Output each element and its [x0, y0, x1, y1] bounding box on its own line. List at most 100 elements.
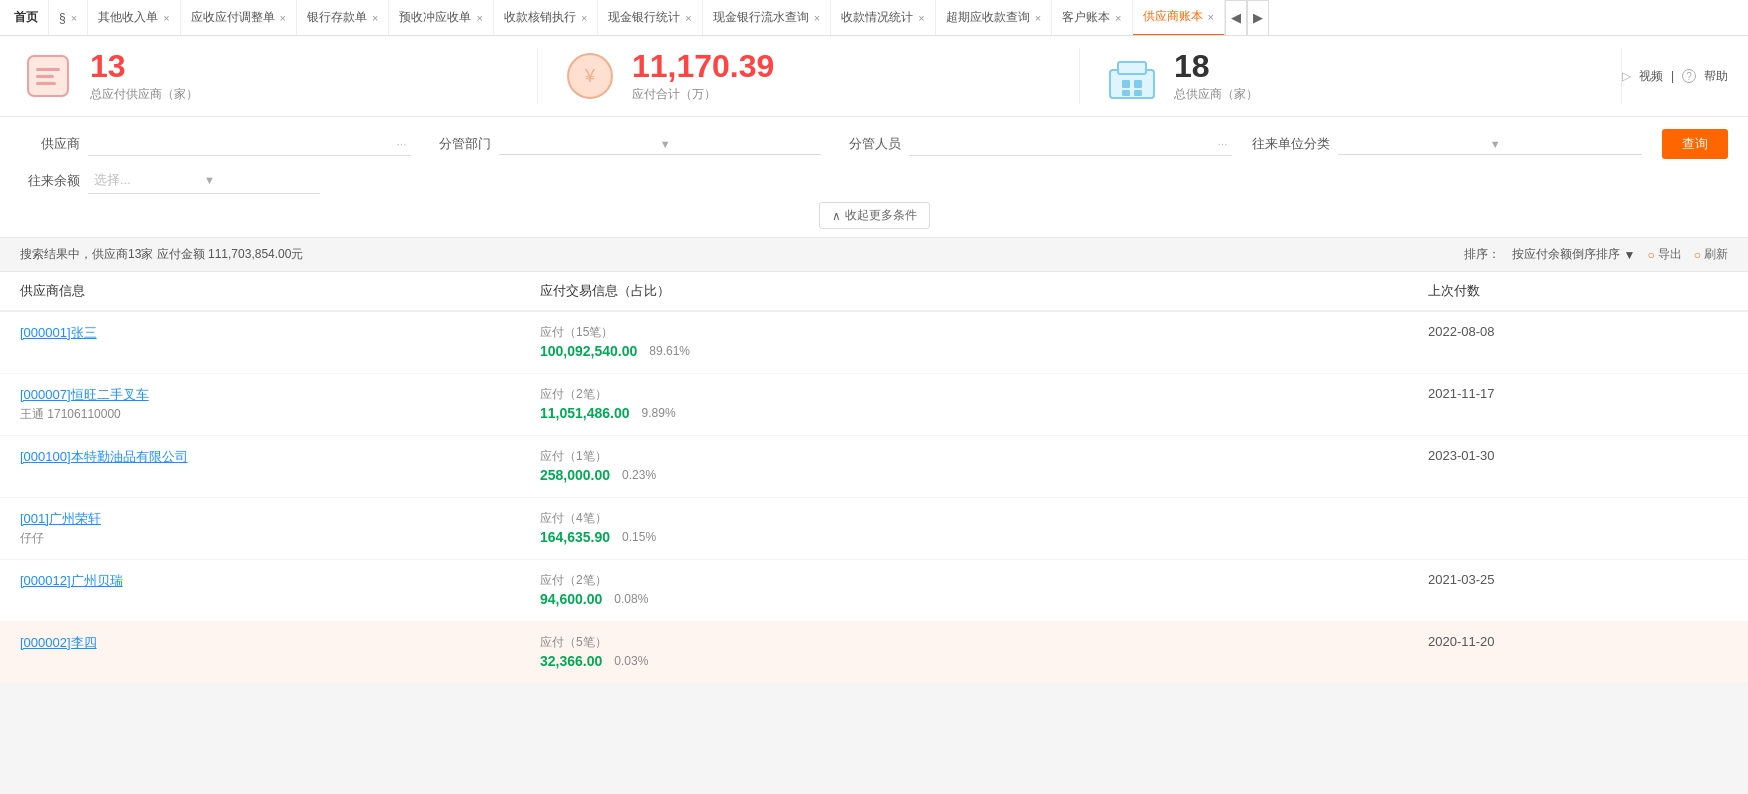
nav-tab-2[interactable]: 其他收入单 ×: [88, 0, 180, 36]
nav-tab-11[interactable]: 客户账本 ×: [1052, 0, 1132, 36]
tx-percent-1: 89.61%: [649, 344, 690, 358]
main-table: 供应商信息 应付交易信息（占比） 上次付数 [000001]张三 应付（15笔）…: [0, 272, 1748, 684]
nav-tab-4-label: 银行存款单: [307, 9, 367, 26]
nav-tab-2-label: 其他收入单: [98, 9, 158, 26]
nav-tab-8-label: 现金银行流水查询: [713, 9, 809, 26]
last-pay-2: 2021-11-17: [1428, 386, 1728, 401]
nav-tab-8-close[interactable]: ×: [814, 12, 820, 24]
filter-item-category: 往来单位分类 ▼: [1252, 134, 1643, 155]
nav-right-arrow[interactable]: ▶: [1247, 0, 1269, 36]
tx-row-4: 164,635.90 0.15%: [540, 527, 1428, 547]
nav-tab-11-close[interactable]: ×: [1115, 12, 1121, 24]
nav-tab-7[interactable]: 现金银行统计 ×: [598, 0, 702, 36]
nav-tab-2-close[interactable]: ×: [163, 12, 169, 24]
search-button[interactable]: 查询: [1662, 129, 1728, 159]
nav-tab-9[interactable]: 收款情况统计 ×: [831, 0, 935, 36]
nav-tab-9-close[interactable]: ×: [918, 12, 924, 24]
collapse-button[interactable]: ∧ 收起更多条件: [819, 202, 930, 229]
filter-item-supplier: 供应商 ···: [20, 132, 411, 156]
nav-tab-10-close[interactable]: ×: [1035, 12, 1041, 24]
supplier-sub-2: 王通 17106110000: [20, 406, 540, 423]
nav-tab-4[interactable]: 银行存款单 ×: [297, 0, 389, 36]
tx-amount-6: 32,366.00: [540, 653, 602, 669]
dept-select[interactable]: ▼: [499, 134, 822, 155]
top-navigation: 首页 § × 其他收入单 × 应收应付调整单 × 银行存款单 × 预收冲应收单 …: [0, 0, 1748, 36]
category-select[interactable]: ▼: [1338, 134, 1643, 155]
nav-tab-5-label: 预收冲应收单: [399, 9, 471, 26]
supplier-link-2[interactable]: [000007]恒旺二手叉车: [20, 387, 149, 402]
table-row: [000012]广州贝瑞 应付（2笔） 94,600.00 0.08% 2021…: [0, 560, 1748, 622]
supplier-link-1[interactable]: [000001]张三: [20, 325, 97, 340]
svg-rect-7: [1118, 62, 1146, 74]
svg-rect-3: [36, 82, 56, 85]
refresh-button[interactable]: ○ 刷新: [1694, 246, 1728, 263]
table-row: [000007]恒旺二手叉车 王通 17106110000 应付（2笔） 11,…: [0, 374, 1748, 436]
nav-tab-1[interactable]: § ×: [49, 0, 88, 36]
collapse-icon: ∧: [832, 209, 841, 223]
tx-amount-4: 164,635.90: [540, 529, 610, 545]
stat-icon-2: ¥: [562, 48, 618, 104]
tx-label-4: 应付（4笔）: [540, 510, 1428, 527]
stat-content-1: 13 总应付供应商（家）: [90, 50, 198, 103]
nav-tab-1-close[interactable]: ×: [71, 12, 77, 24]
nav-tab-12-close[interactable]: ×: [1208, 11, 1214, 23]
nav-tab-11-label: 客户账本: [1062, 9, 1110, 26]
nav-tab-6[interactable]: 收款核销执行 ×: [494, 0, 598, 36]
nav-tab-7-close[interactable]: ×: [685, 12, 691, 24]
filter-label-supplier: 供应商: [20, 135, 80, 153]
tx-label-2: 应付（2笔）: [540, 386, 1428, 403]
nav-tab-home[interactable]: 首页: [4, 0, 49, 36]
filter-item-dept: 分管部门 ▼: [431, 134, 822, 155]
supplier-dots-icon[interactable]: ···: [392, 137, 410, 151]
nav-tab-10[interactable]: 超期应收款查询 ×: [936, 0, 1052, 36]
supplier-link-4[interactable]: [001]广州荣轩: [20, 511, 101, 526]
help-link[interactable]: 帮助: [1704, 68, 1728, 85]
nav-tab-12[interactable]: 供应商账本 ×: [1133, 0, 1225, 36]
results-summary: 搜索结果中，供应商13家 应付金额 111,703,854.00元: [20, 246, 303, 263]
balance-select[interactable]: 选择... ▼: [88, 167, 320, 194]
sort-label: 排序：: [1464, 246, 1500, 263]
person-dots-icon[interactable]: ···: [1213, 137, 1231, 151]
nav-tab-8[interactable]: 现金银行流水查询 ×: [703, 0, 831, 36]
nav-tab-7-label: 现金银行统计: [608, 9, 680, 26]
supplier-link-5[interactable]: [000012]广州贝瑞: [20, 573, 123, 588]
video-link[interactable]: 视频: [1639, 68, 1663, 85]
nav-tab-5-close[interactable]: ×: [476, 12, 482, 24]
nav-tab-4-close[interactable]: ×: [372, 12, 378, 24]
nav-tab-6-close[interactable]: ×: [581, 12, 587, 24]
person-input[interactable]: [909, 132, 1213, 155]
table-header-lastpay: 上次付数: [1428, 282, 1728, 300]
svg-rect-9: [1134, 80, 1142, 88]
sort-select[interactable]: 按应付余额倒序排序 ▼: [1512, 246, 1636, 263]
table-row: [000001]张三 应付（15笔） 100,092,540.00 89.61%…: [0, 312, 1748, 374]
tx-info-3: 应付（1笔） 258,000.00 0.23%: [540, 448, 1428, 485]
collapse-label: 收起更多条件: [845, 207, 917, 224]
supplier-link-6[interactable]: [000002]李四: [20, 635, 97, 650]
filter-bar: 供应商 ··· 分管部门 ▼ 分管人员 ··· 往来单位分类: [0, 117, 1748, 238]
supplier-input[interactable]: [88, 132, 392, 155]
nav-tab-5[interactable]: 预收冲应收单 ×: [389, 0, 493, 36]
stat-content-2: 11,170.39 应付合计（万）: [632, 50, 774, 103]
last-pay-5: 2021-03-25: [1428, 572, 1728, 587]
stat-icon-1: [20, 48, 76, 104]
nav-tab-3-close[interactable]: ×: [280, 12, 286, 24]
tx-label-5: 应付（2笔）: [540, 572, 1428, 589]
nav-tab-3[interactable]: 应收应付调整单 ×: [181, 0, 297, 36]
supplier-input-wrapper: ···: [88, 132, 411, 156]
tx-percent-2: 9.89%: [642, 406, 676, 420]
refresh-label: 刷新: [1704, 246, 1728, 263]
filter-item-balance: 往来余额 选择... ▼: [20, 167, 320, 194]
balance-select-placeholder: 选择...: [94, 171, 204, 189]
svg-rect-11: [1134, 90, 1142, 96]
tx-percent-6: 0.03%: [614, 654, 648, 668]
supplier-info-6: [000002]李四: [20, 634, 540, 652]
tx-row-1: 100,092,540.00 89.61%: [540, 341, 1428, 361]
export-button[interactable]: ○ 导出: [1648, 246, 1682, 263]
supplier-info-5: [000012]广州贝瑞: [20, 572, 540, 590]
tx-row-2: 11,051,486.00 9.89%: [540, 403, 1428, 423]
sort-arrow-icon: ▼: [1624, 248, 1636, 262]
filter-label-person: 分管人员: [841, 135, 901, 153]
nav-left-arrow[interactable]: ◀: [1225, 0, 1247, 36]
supplier-link-3[interactable]: [000100]本特勤油品有限公司: [20, 449, 188, 464]
tx-amount-1: 100,092,540.00: [540, 343, 637, 359]
